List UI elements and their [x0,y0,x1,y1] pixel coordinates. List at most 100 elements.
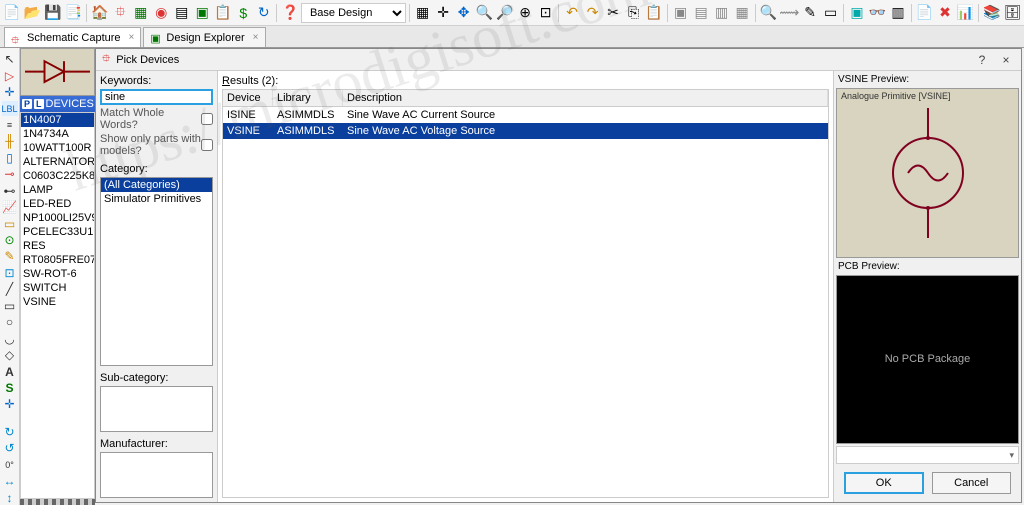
table-row[interactable]: VSINEASIMMDLSSine Wave AC Voltage Source [223,123,828,139]
line-icon[interactable]: ╱ [2,282,18,296]
list-item[interactable]: SW-ROT-6 [21,267,94,281]
rect-icon[interactable]: ▭ [821,3,841,23]
component-icon[interactable]: ▷ [2,68,18,82]
save-icon[interactable]: 💾 [43,3,63,23]
fliph-icon[interactable]: ↔ [2,474,18,488]
undo-icon[interactable]: ↶ [562,3,582,23]
binoculars-icon[interactable]: 👓 [868,3,888,23]
redo-icon[interactable]: ↷ [583,3,603,23]
saveall-icon[interactable]: 📑 [64,3,84,23]
category-item[interactable]: (All Categories) [101,178,212,192]
only-models-checkbox[interactable] [201,139,213,151]
3d-icon[interactable]: ◉ [151,3,171,23]
bom-icon[interactable]: 📋 [213,3,233,23]
de-icon[interactable]: ▣ [192,3,212,23]
new-icon[interactable]: 📄 [2,3,22,23]
subcircuit-icon[interactable]: ▯ [2,151,18,165]
marker-icon[interactable]: ✛ [2,397,18,411]
rotcw-icon[interactable]: ↻ [2,425,18,439]
block-icon[interactable]: ▣ [671,3,691,23]
schematic-icon[interactable]: ⯐ [110,3,130,23]
paste-icon[interactable]: 📋 [644,3,664,23]
flipv-icon[interactable]: ↕ [2,490,18,504]
pan-icon[interactable]: ✥ [454,3,474,23]
wire-icon[interactable]: ⟿ [779,3,799,23]
tab-close-icon[interactable]: × [253,32,259,43]
crosshair-icon[interactable]: ✛ [433,3,453,23]
zoomall-icon[interactable]: ⊕ [515,3,535,23]
package-dropdown[interactable]: ▾ [836,446,1019,464]
probe-icon[interactable]: ✎ [2,249,18,263]
col-device[interactable]: Device [223,90,273,106]
textA-icon[interactable]: A [2,364,18,378]
junction-icon[interactable]: ✛ [2,85,18,99]
l-icon[interactable]: L [34,99,44,109]
box-icon[interactable]: ▭ [2,299,18,313]
tab-design-explorer[interactable]: ▣ Design Explorer × [143,27,265,47]
list-item[interactable]: LAMP [21,183,94,197]
cancel-button[interactable]: Cancel [932,472,1012,494]
device-list[interactable]: 1N40071N4734A10WATT100RALTERNATORC0603C2… [20,112,95,499]
block4-icon[interactable]: ▦ [732,3,752,23]
compile-icon[interactable]: 📊 [956,3,976,23]
p-icon[interactable]: P [22,99,32,109]
list-item[interactable]: SWITCH [21,281,94,295]
category-list[interactable]: (All Categories)Simulator Primitives [100,177,213,366]
graph-icon[interactable]: 📈 [2,200,18,214]
report-icon[interactable]: 📄 [915,3,935,23]
db-icon[interactable]: 🗄 [1003,3,1023,23]
pick-icon[interactable]: 🔍 [759,3,779,23]
symbol-icon[interactable]: S [2,381,18,395]
open-icon[interactable]: 📂 [23,3,43,23]
table-row[interactable]: ISINEASIMMDLSSine Wave AC Current Source [223,107,828,123]
tool3-icon[interactable]: ▥ [888,3,908,23]
subcategory-list[interactable] [100,386,213,432]
text-icon[interactable]: ≡ [2,118,18,132]
list-item[interactable]: C0603C225K8PAC [21,169,94,183]
pcb-icon[interactable]: ▦ [131,3,151,23]
block3-icon[interactable]: ▥ [712,3,732,23]
category-item[interactable]: Simulator Primitives [101,192,212,206]
list-item[interactable]: LED-RED [21,197,94,211]
list-item[interactable]: RES [21,239,94,253]
refresh-icon[interactable]: ↻ [254,3,274,23]
pin-icon[interactable]: ⊷ [2,184,18,198]
arc-icon[interactable]: ◡ [2,331,18,345]
label-icon[interactable]: LBL [2,101,18,115]
list-item[interactable]: PCELEC33U16V11 [21,225,94,239]
list-item[interactable]: RT0805FRE07100K [21,253,94,267]
list-item[interactable]: 1N4007 [21,113,94,127]
match-whole-checkbox[interactable] [201,113,213,125]
instrument-icon[interactable]: ⊡ [2,266,18,280]
angle-icon[interactable]: 0° [2,458,18,472]
grid-icon[interactable]: ▦ [413,3,433,23]
delete-icon[interactable]: ✖ [935,3,955,23]
tape-icon[interactable]: ▭ [2,216,18,230]
tool1-icon[interactable]: ▣ [847,3,867,23]
select-icon[interactable]: ↖ [2,52,18,66]
list-item[interactable]: 10WATT100R [21,141,94,155]
keywords-input[interactable] [100,89,213,105]
block2-icon[interactable]: ▤ [691,3,711,23]
zoomarea-icon[interactable]: ⊡ [536,3,556,23]
list-item[interactable]: VSINE [21,295,94,309]
copy-icon[interactable]: ⎘ [624,3,644,23]
list-item[interactable]: NP1000LI25V950M [21,211,94,225]
cut-icon[interactable]: ✂ [603,3,623,23]
terminal-icon[interactable]: ⊸ [2,167,18,181]
col-library[interactable]: Library [273,90,343,106]
home-icon[interactable]: 🏠 [90,3,110,23]
help-button[interactable]: ? [973,53,991,67]
money-icon[interactable]: $ [233,3,253,23]
design-combo[interactable]: Base Design [301,3,406,23]
col-description[interactable]: Description [343,90,828,106]
gerber-icon[interactable]: ▤ [172,3,192,23]
zoomin-icon[interactable]: 🔍 [474,3,494,23]
list-item[interactable]: ALTERNATOR [21,155,94,169]
tab-close-icon[interactable]: × [129,32,135,43]
edit-icon[interactable]: ✎ [800,3,820,23]
zoomout-icon[interactable]: 🔎 [495,3,515,23]
help-icon[interactable]: ❓ [280,3,300,23]
ok-button[interactable]: OK [844,472,924,494]
manufacturer-list[interactable] [100,452,213,498]
